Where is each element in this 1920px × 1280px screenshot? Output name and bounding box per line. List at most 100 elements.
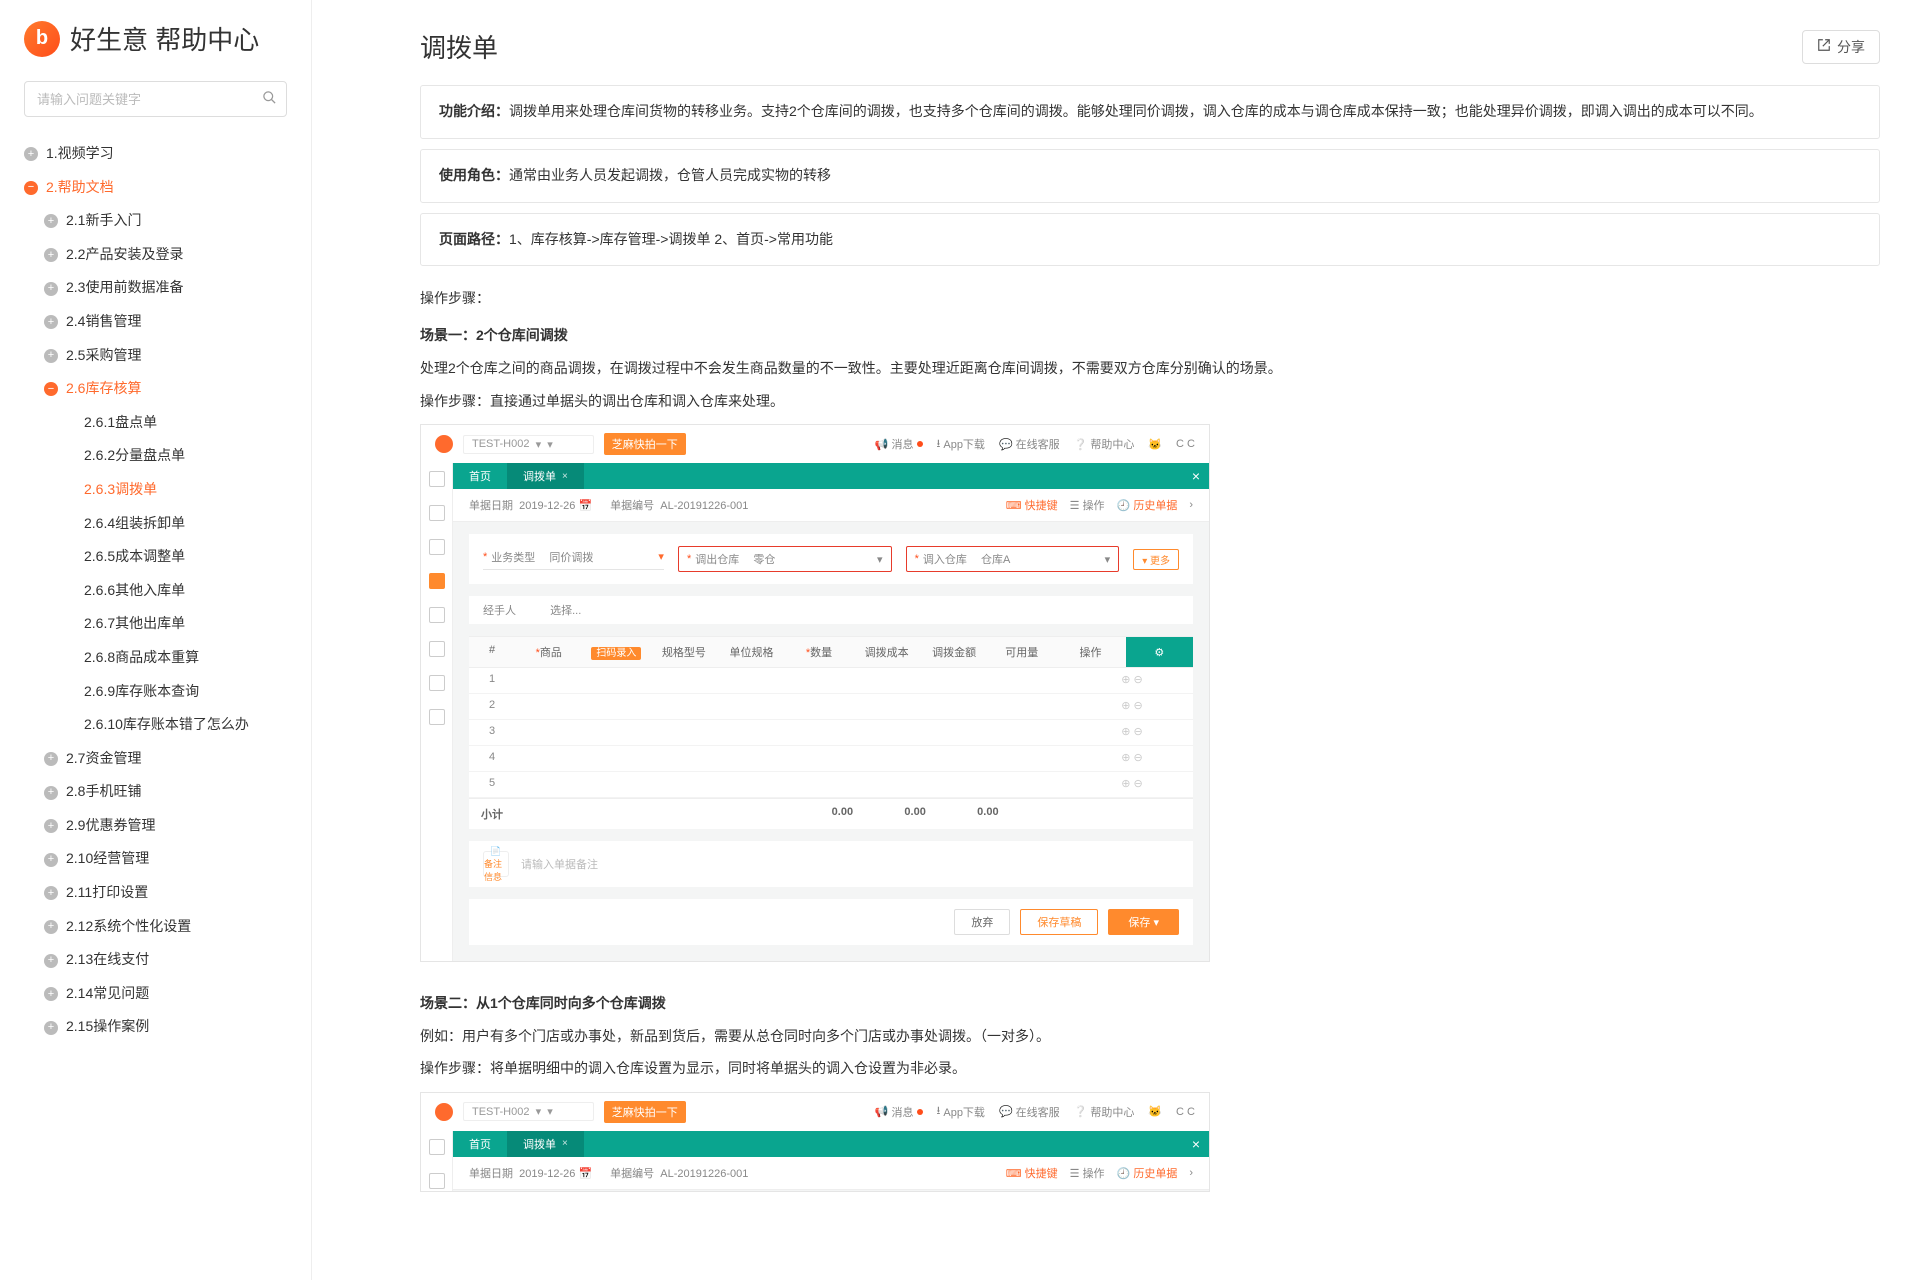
screenshot-2: TEST-H002 ▾ ▾ 芝麻快拍一下 📢 消息 ⭳ App下载 💬 在线客服… [420, 1092, 1210, 1192]
shot-app-link: ⭳ App下载 [937, 435, 985, 454]
shot-lang-badge: 芝麻快拍一下 [604, 433, 686, 455]
collapse-icon: − [24, 181, 38, 195]
expand-icon: + [44, 752, 58, 766]
nav-l2-14[interactable]: +2.15操作案例 [24, 1010, 287, 1044]
nav-l2-13[interactable]: +2.14常见问题 [24, 977, 287, 1011]
expand-icon: + [44, 886, 58, 900]
brand-title: 好生意 帮助中心 [70, 20, 259, 57]
rail-set-icon [429, 709, 445, 725]
expand-icon: + [44, 987, 58, 1001]
nav-l2-2[interactable]: +2.3使用前数据准备 [24, 271, 287, 305]
rail-home-icon [429, 471, 445, 487]
shot-quick-link: ⌨ 快捷键 [1006, 497, 1058, 513]
nav-l3-3[interactable]: 2.6.4组装拆卸单 [24, 507, 287, 541]
remark-icon: 📄备注信息 [483, 851, 509, 877]
role-box: 使用角色：通常由业务人员发起调拨，仓管人员完成实物的转移 [420, 149, 1880, 203]
nav-l2-12[interactable]: +2.13在线支付 [24, 943, 287, 977]
shot-draft-button: 保存草稿 [1020, 909, 1098, 935]
expand-icon: + [44, 349, 58, 363]
shot-tabs-close-icon: × [1183, 463, 1209, 489]
shot-store-select: TEST-H002 ▾ ▾ [463, 1102, 594, 1121]
collapse-icon: − [44, 382, 58, 396]
gear-icon: ⚙ [1126, 637, 1194, 667]
expand-icon: + [24, 147, 38, 161]
shot-logo-icon [435, 435, 453, 453]
rail-app-icon [429, 675, 445, 691]
shot-discard-button: 放弃 [954, 909, 1010, 935]
intro-box: 功能介绍：调拨单用来处理仓库间货物的转移业务。支持2个仓库间的调拨，也支持多个仓… [420, 85, 1880, 139]
page-title: 调拨单 [420, 28, 498, 65]
nav-tree: +1.视频学习 −2.帮助文档 +2.1新手入门 +2.2产品安装及登录 +2.… [24, 137, 287, 1044]
nav-l2-7[interactable]: +2.8手机旺铺 [24, 775, 287, 809]
nav-l2-9[interactable]: +2.10经营管理 [24, 842, 287, 876]
nav-l3-6[interactable]: 2.6.7其他出库单 [24, 607, 287, 641]
expand-icon: + [44, 853, 58, 867]
scene1-title: 场景一：2个仓库间调拨 [420, 322, 1880, 349]
shot-msg-link: 📢 消息 [875, 436, 923, 452]
scene1-p1: 处理2个仓库之间的商品调拨，在调拨过程中不会发生商品数量的不一致性。主要处理近距… [420, 355, 1880, 382]
nav-l3-8[interactable]: 2.6.9库存账本查询 [24, 675, 287, 709]
nav-l3-2[interactable]: 2.6.3调拨单 [24, 473, 287, 507]
expand-icon: + [44, 786, 58, 800]
brand: b 好生意 帮助中心 [24, 20, 287, 57]
search-input[interactable] [24, 81, 287, 117]
rail-doc-icon [429, 505, 445, 521]
expand-icon: + [44, 315, 58, 329]
shot-store-select: TEST-H002 ▾ ▾ [463, 435, 594, 454]
nav-l2-6[interactable]: +2.7资金管理 [24, 742, 287, 776]
shot-logo-icon [435, 1103, 453, 1121]
nav-l2-0[interactable]: +2.1新手入门 [24, 204, 287, 238]
shot-tab-home: 首页 [453, 463, 507, 489]
nav-l3-4[interactable]: 2.6.5成本调整单 [24, 540, 287, 574]
screenshot-1: TEST-H002 ▾ ▾ 芝麻快拍一下 📢 消息 ⭳ App下载 💬 在线客服… [420, 424, 1210, 962]
search-box [24, 81, 287, 117]
expand-icon: + [44, 248, 58, 262]
nav-l3-1[interactable]: 2.6.2分量盘点单 [24, 439, 287, 473]
nav-l2-3[interactable]: +2.4销售管理 [24, 305, 287, 339]
rail-stock-icon [429, 573, 445, 589]
rail-list-icon [429, 539, 445, 555]
chevron-right-icon: › [1189, 499, 1193, 511]
nav-l3-9[interactable]: 2.6.10库存账本错了怎么办 [24, 708, 287, 742]
expand-icon: + [44, 214, 58, 228]
path-box: 页面路径：1、库存核算->库存管理->调拨单 2、首页->常用功能 [420, 213, 1880, 267]
nav-l2-5[interactable]: −2.6库存核算 [24, 372, 287, 406]
nav-l2-1[interactable]: +2.2产品安装及登录 [24, 238, 287, 272]
sidebar: b 好生意 帮助中心 +1.视频学习 −2.帮助文档 +2.1新手入门 +2.2… [0, 0, 312, 1280]
rail-fin-icon [429, 607, 445, 623]
expand-icon: + [44, 282, 58, 296]
expand-icon: + [44, 1021, 58, 1035]
nav-l3-0[interactable]: 2.6.1盘点单 [24, 406, 287, 440]
nav-l1-docs[interactable]: −2.帮助文档 [24, 171, 287, 205]
expand-icon: + [44, 819, 58, 833]
shot-more-btn: ▾ 更多 [1133, 549, 1179, 570]
close-icon: × [562, 471, 568, 482]
scene2-p1: 例如：用户有多个门店或办事处，新品到货后，需要从总仓同时向多个门店或办事处调拨。… [420, 1023, 1880, 1050]
shot-rail [421, 463, 453, 961]
shot-avatar: 🐱 [1148, 438, 1162, 451]
steps-heading: 操作步骤： [420, 288, 1880, 308]
shot-save-button: 保存 ▾ [1108, 909, 1179, 935]
rail-report-icon [429, 641, 445, 657]
nav-l1-video[interactable]: +1.视频学习 [24, 137, 287, 171]
share-button[interactable]: 分享 [1802, 30, 1880, 64]
main-content: 调拨单 分享 功能介绍：调拨单用来处理仓库间货物的转移业务。支持2个仓库间的调拨… [312, 0, 1920, 1280]
shot-user: C C [1176, 438, 1195, 450]
shot-op-link: ☰ 操作 [1070, 497, 1105, 513]
nav-l2-8[interactable]: +2.9优惠券管理 [24, 809, 287, 843]
nav-l3-7[interactable]: 2.6.8商品成本重算 [24, 641, 287, 675]
scene2-title: 场景二：从1个仓库同时向多个仓库调拨 [420, 990, 1880, 1017]
nav-l3-5[interactable]: 2.6.6其他入库单 [24, 574, 287, 608]
share-icon [1817, 38, 1831, 55]
nav-l2-4[interactable]: +2.5采购管理 [24, 339, 287, 373]
shot-lang-badge: 芝麻快拍一下 [604, 1101, 686, 1123]
expand-icon: + [44, 920, 58, 934]
brand-logo: b [24, 21, 60, 57]
scene2-p2: 操作步骤：将单据明细中的调入仓库设置为显示，同时将单据头的调入仓设置为非必录。 [420, 1055, 1880, 1082]
nav-l2-11[interactable]: +2.12系统个性化设置 [24, 910, 287, 944]
shot-hist-link: 🕘 历史单据 [1117, 497, 1178, 513]
scene1-p2: 操作步骤：直接通过单据头的调出仓库和调入仓库来处理。 [420, 388, 1880, 415]
expand-icon: + [44, 954, 58, 968]
nav-l2-10[interactable]: +2.11打印设置 [24, 876, 287, 910]
shot-tab-doc: 调拨单× [507, 463, 584, 489]
